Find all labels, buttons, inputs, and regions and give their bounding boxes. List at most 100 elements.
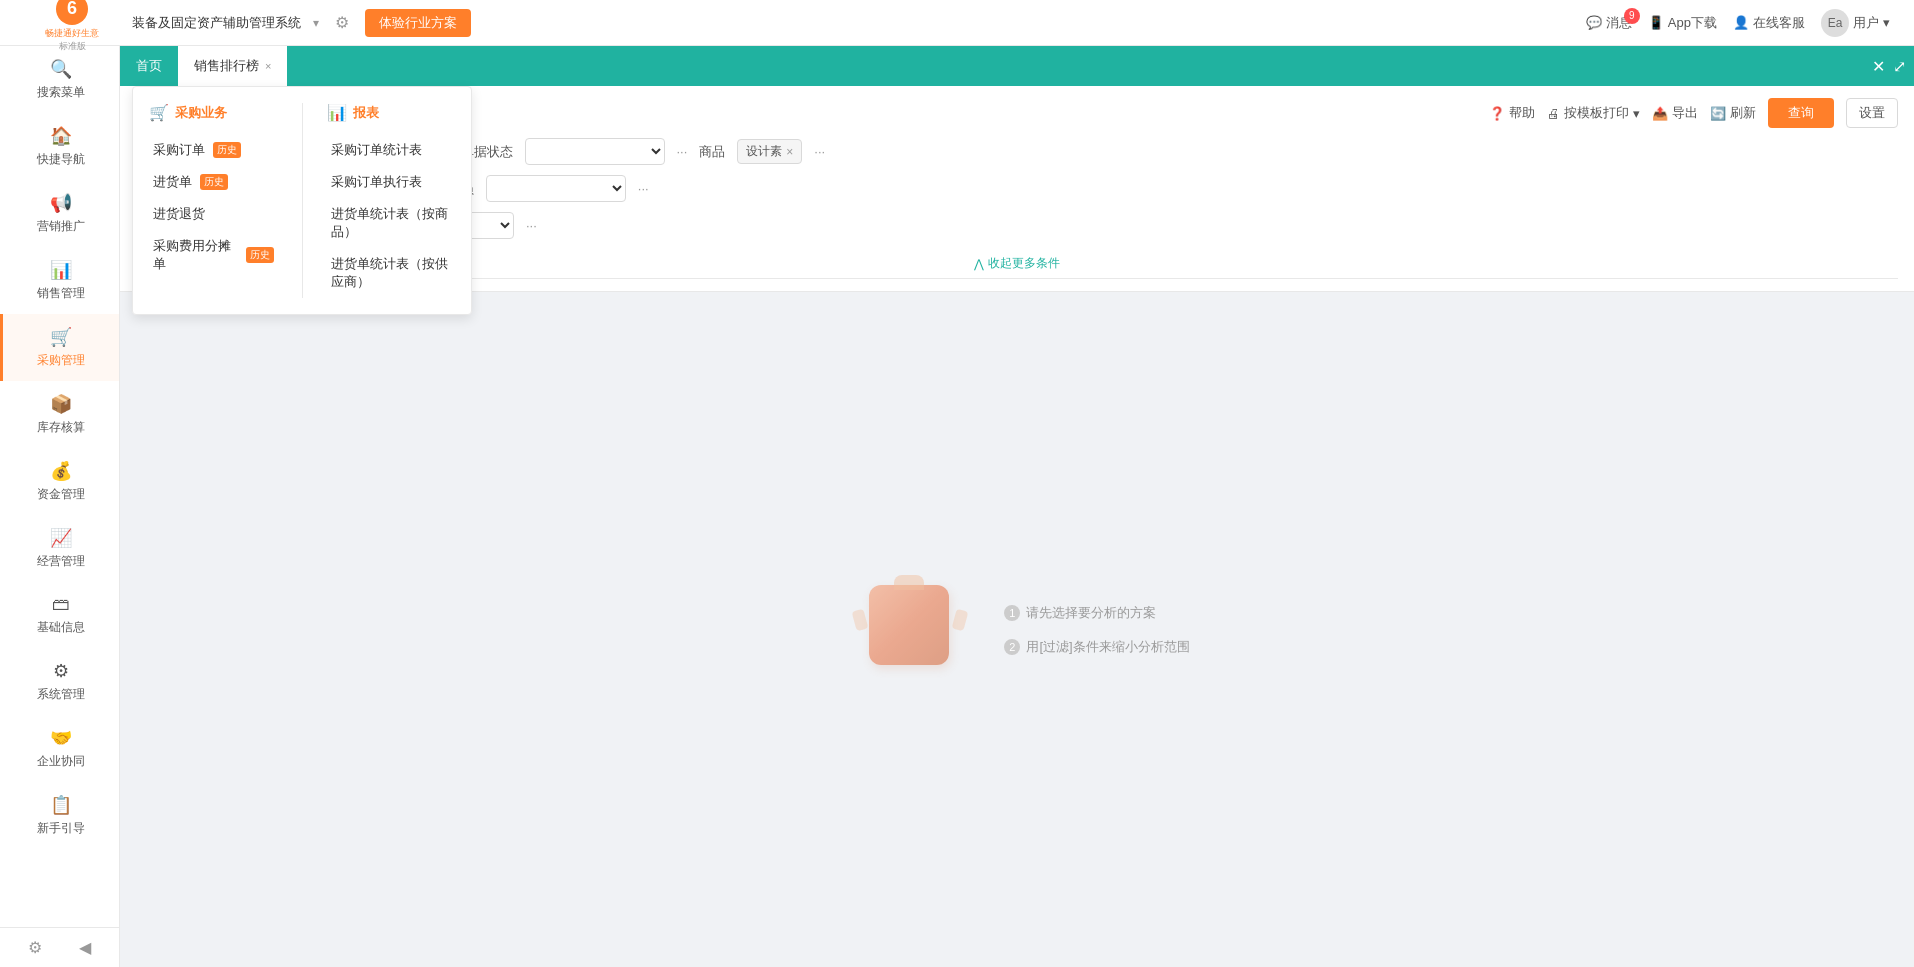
brand-name: 畅捷通好生意	[45, 27, 99, 40]
system-dropdown-icon[interactable]: ▾	[313, 16, 319, 30]
help-icon: ❓	[1489, 106, 1505, 121]
report-col-title: 📊 报表	[327, 103, 456, 122]
sidebar-item-newguide[interactable]: 📋 新手引导	[0, 782, 119, 849]
purchase-col-title: 🛒 采购业务	[149, 103, 278, 122]
sidebar-label-basic: 基础信息	[37, 619, 85, 636]
user-item[interactable]: Ea 用户 ▾	[1821, 9, 1890, 37]
goods-tag[interactable]: 设计素 ×	[737, 139, 802, 164]
dropdown-return-goods[interactable]: 进货退货	[149, 198, 278, 230]
purchase-dropdown-menu: 🛒 采购业务 采购订单 历史 进货单 历史 进货退货 采购费用分摊单 历史	[132, 86, 472, 315]
collapse-up-icon: ⋀	[974, 257, 984, 271]
help-button[interactable]: ❓ 帮助	[1489, 104, 1535, 122]
sidebar-label-newguide: 新手引导	[37, 820, 85, 837]
sidebar-label-quicknav: 快捷导航	[37, 151, 85, 168]
dropdown-purchase-order-exec[interactable]: 采购订单执行表	[327, 166, 456, 198]
finance-icon: 💰	[50, 460, 72, 482]
dropdown-incoming-order[interactable]: 进货单 历史	[149, 166, 278, 198]
hint2-text: 用[过滤]条件来缩小分析范围	[1026, 634, 1189, 660]
doc-status-more[interactable]: ···	[677, 144, 688, 159]
dropdown-purchase-order-stat[interactable]: 采购订单统计表	[327, 134, 456, 166]
report-col: 📊 报表 采购订单统计表 采购订单执行表 进货单统计表（按商品） 进货单统计表（…	[327, 103, 456, 298]
tab-close-all-icon[interactable]: ✕	[1872, 57, 1885, 76]
home-icon: 🏠	[50, 125, 72, 147]
search-button[interactable]: 查询	[1768, 98, 1834, 128]
experience-button[interactable]: 体验行业方案	[365, 9, 471, 37]
sidebar-item-enterprise[interactable]: 🤝 企业协同	[0, 715, 119, 782]
dropdown-incoming-stat-goods[interactable]: 进货单统计表（按商品）	[327, 198, 456, 248]
brand-label: 标准版	[59, 40, 86, 53]
goods-label: 商品	[699, 143, 725, 161]
export-button[interactable]: 📤 导出	[1652, 104, 1698, 122]
logo-area: 6 畅捷通好生意 标准版	[12, 0, 132, 53]
system-title: 装备及固定资产辅助管理系统	[132, 14, 301, 32]
refresh-button[interactable]: 🔄 刷新	[1710, 104, 1756, 122]
sidebar-label-enterprise: 企业协同	[37, 753, 85, 770]
sidebar-item-marketing[interactable]: 📢 营销推广	[0, 180, 119, 247]
collapse-sidebar-icon[interactable]: ◀	[79, 938, 91, 957]
purchase-business-col: 🛒 采购业务 采购订单 历史 进货单 历史 进货退货 采购费用分摊单 历史	[149, 103, 278, 298]
enterprise-icon: 🤝	[50, 727, 72, 749]
message-item[interactable]: 💬 消息 9	[1586, 14, 1632, 32]
tab-bar: 首页 销售排行榜 × ✕ ⤢	[120, 46, 1914, 86]
home-tab-label: 首页	[136, 57, 162, 75]
empty-illustration	[844, 570, 974, 690]
salesperson-more[interactable]: ···	[638, 181, 649, 196]
message-icon: 💬	[1586, 15, 1602, 30]
sidebar-item-quicknav[interactable]: 🏠 快捷导航	[0, 113, 119, 180]
settings-bottom-icon[interactable]: ⚙	[28, 938, 42, 957]
dropdown-purchase-order[interactable]: 采购订单 历史	[149, 134, 278, 166]
sidebar-label-marketing: 营销推广	[37, 218, 85, 235]
marketing-icon: 📢	[50, 192, 72, 214]
refresh-icon: 🔄	[1710, 106, 1726, 121]
sidebar: 🔍 搜索菜单 🏠 快捷导航 📢 营销推广 📊 销售管理 🛒 采购管理 📦 库存核…	[0, 46, 120, 967]
sidebar-label-system: 系统管理	[37, 686, 85, 703]
purchase-icon: 🛒	[50, 326, 72, 348]
sidebar-item-system[interactable]: ⚙ 系统管理	[0, 648, 119, 715]
salesperson-select[interactable]	[486, 175, 626, 202]
customer-more[interactable]: ···	[526, 218, 537, 233]
search-icon: 🔍	[50, 58, 72, 80]
hint1-text: 请先选择要分析的方案	[1026, 600, 1156, 626]
sidebar-bottom: ⚙ ◀	[0, 927, 119, 967]
empty-hints: 1 请先选择要分析的方案 2 用[过滤]条件来缩小分析范围	[1004, 600, 1189, 660]
collapse-text: 收起更多条件	[988, 255, 1060, 272]
online-service-item[interactable]: 👤 在线客服	[1733, 14, 1805, 32]
top-nav: 装备及固定资产辅助管理系统 ▾ ⚙ 体验行业方案	[132, 9, 1586, 37]
goods-more[interactable]: ···	[814, 144, 825, 159]
sidebar-label-sales: 销售管理	[37, 285, 85, 302]
history-badge-1: 历史	[213, 142, 241, 158]
sidebar-item-sales[interactable]: 📊 销售管理	[0, 247, 119, 314]
hint1-icon: 1	[1004, 605, 1020, 621]
export-icon: 📤	[1652, 106, 1668, 121]
sales-icon: 📊	[50, 259, 72, 281]
tab-maximize-icon[interactable]: ⤢	[1893, 57, 1906, 76]
tab-close-icon[interactable]: ×	[265, 60, 271, 72]
divider	[302, 103, 303, 298]
dropdown-purchase-expense[interactable]: 采购费用分摊单 历史	[149, 230, 278, 280]
phone-icon: 📱	[1648, 15, 1664, 30]
doc-status-select[interactable]	[525, 138, 665, 165]
print-dropdown-icon: ▾	[1633, 106, 1640, 121]
settings-button[interactable]: 设置	[1846, 98, 1898, 128]
system-settings-icon[interactable]: ⚙	[335, 13, 349, 32]
sidebar-item-operations[interactable]: 📈 经营管理	[0, 515, 119, 582]
sidebar-label-finance: 资金管理	[37, 486, 85, 503]
print-button[interactable]: 🖨 按模板打印 ▾	[1547, 104, 1640, 122]
sidebar-item-purchase[interactable]: 🛒 采购管理	[0, 314, 119, 381]
system-icon: ⚙	[53, 660, 69, 682]
sidebar-item-basic[interactable]: 🗃 基础信息	[0, 582, 119, 648]
hint2-icon: 2	[1004, 639, 1020, 655]
sidebar-item-search[interactable]: 🔍 搜索菜单	[0, 46, 119, 113]
app-download-item[interactable]: 📱 App下载	[1648, 14, 1717, 32]
sidebar-item-finance[interactable]: 💰 资金管理	[0, 448, 119, 515]
top-bar: 6 畅捷通好生意 标准版 装备及固定资产辅助管理系统 ▾ ⚙ 体验行业方案 💬 …	[0, 0, 1914, 46]
user-dropdown-icon: ▾	[1883, 15, 1890, 30]
message-badge: 9	[1624, 8, 1640, 24]
active-tab-label: 销售排行榜	[194, 57, 259, 75]
dropdown-incoming-stat-supplier[interactable]: 进货单统计表（按供应商）	[327, 248, 456, 298]
service-icon: 👤	[1733, 15, 1749, 30]
goods-tag-close[interactable]: ×	[786, 145, 793, 159]
top-right: 💬 消息 9 📱 App下载 👤 在线客服 Ea 用户 ▾	[1586, 9, 1890, 37]
sidebar-item-inventory[interactable]: 📦 库存核算	[0, 381, 119, 448]
tab-sales-ranking[interactable]: 销售排行榜 ×	[178, 46, 287, 86]
